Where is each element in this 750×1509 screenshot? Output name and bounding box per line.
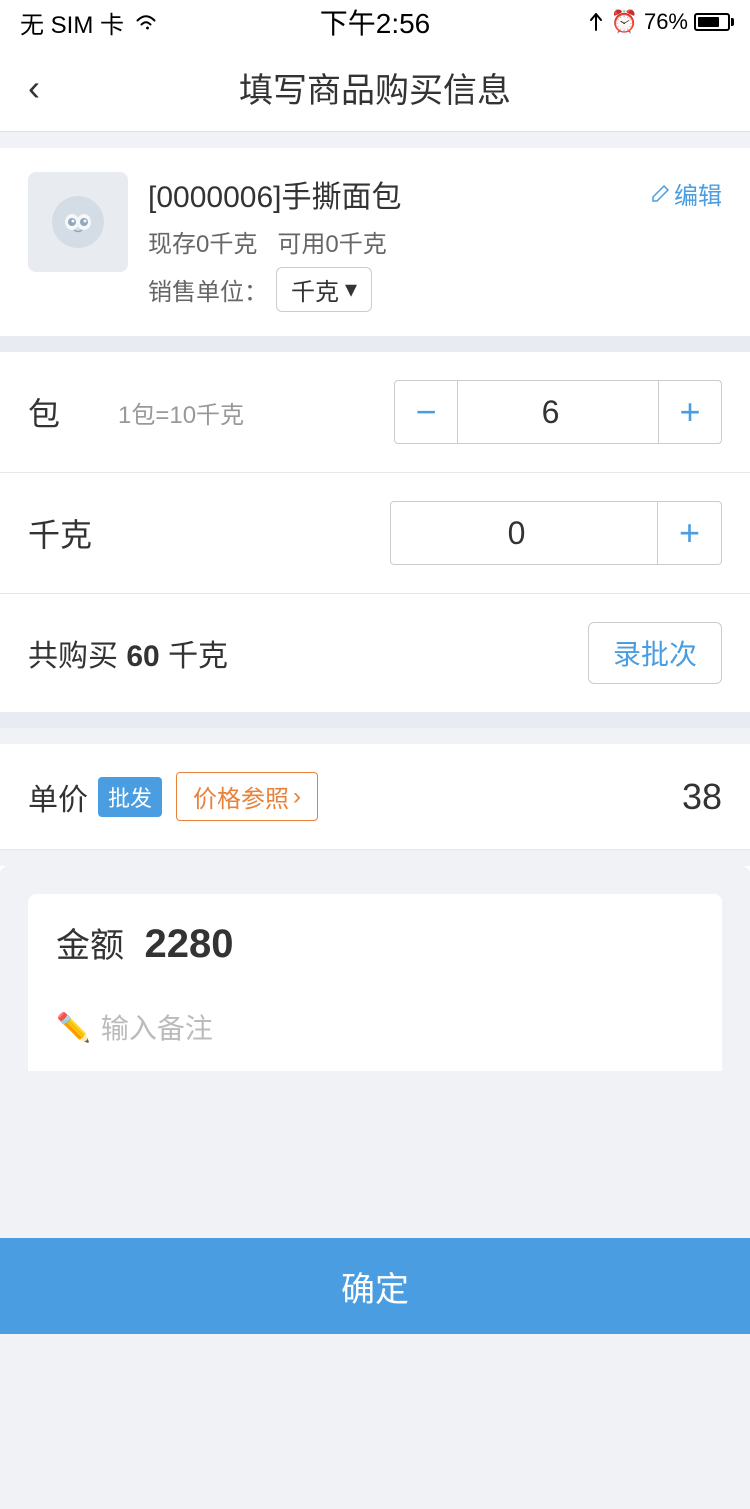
battery-icon	[694, 13, 730, 31]
status-time: 下午2:56	[320, 2, 431, 42]
product-logo	[50, 194, 106, 250]
confirm-bar[interactable]: 确定	[0, 1238, 750, 1334]
amount-row: 金额 2280 ✏️ 输入备注	[0, 866, 750, 1079]
nav-bar: ‹ 填写商品购买信息	[0, 44, 750, 132]
quantity-input-bao[interactable]	[458, 380, 658, 444]
section-separator-2	[0, 712, 750, 728]
product-unit-row: 销售单位： 千克 ▾	[148, 267, 722, 312]
input-row-kg: 千克 +	[0, 473, 750, 594]
input-section: 包 1包=10千克 − + 千克 + 共购买 60 千克 录批次	[0, 352, 750, 712]
edit-icon	[650, 184, 670, 204]
price-ref-button[interactable]: 价格参照 ›	[176, 772, 318, 821]
input-sublabel-bao: 1包=10千克	[118, 395, 244, 430]
alarm-icon: ⏰	[611, 9, 638, 35]
status-carrier: 无 SIM 卡	[20, 5, 160, 40]
unit-selector[interactable]: 千克 ▾	[276, 267, 372, 312]
back-button[interactable]: ‹	[28, 67, 40, 109]
amount-value: 2280	[144, 922, 233, 966]
price-label: 单价	[28, 775, 88, 819]
plus-button-kg[interactable]: +	[658, 501, 722, 565]
remark-text: 输入备注	[101, 1007, 213, 1047]
amount-section: 金额 2280 ✏️ 输入备注	[0, 866, 750, 1079]
price-tag: 批发	[98, 777, 162, 817]
confirm-button-label: 确定	[341, 1262, 409, 1311]
product-stock: 现存0千克 可用0千克	[148, 224, 722, 259]
input-row-bao: 包 1包=10千克 − +	[0, 352, 750, 473]
quantity-input-kg[interactable]	[390, 501, 658, 565]
bottom-pad	[0, 1399, 750, 1509]
product-thumbnail	[28, 172, 128, 272]
edit-button[interactable]: 编辑	[650, 176, 722, 211]
product-card: [0000006]手撕面包 现存0千克 可用0千克 销售单位： 千克 ▾ 编辑	[0, 148, 750, 336]
input-label-kg: 千克	[28, 510, 108, 556]
amount-inner: 金额 2280	[28, 894, 722, 991]
section-separator-1	[0, 336, 750, 352]
product-name: [0000006]手撕面包	[148, 172, 722, 216]
wifi-icon	[132, 12, 160, 32]
location-icon	[587, 12, 605, 32]
battery-percent: 76%	[644, 9, 688, 35]
summary-text: 共购买 60 千克	[28, 631, 228, 675]
price-section: 单价 批发 价格参照 › 38	[0, 744, 750, 850]
status-bar: 无 SIM 卡 下午2:56 ⏰ 76%	[0, 0, 750, 44]
summary-quantity: 60	[126, 640, 159, 673]
amount-label: 金额	[56, 927, 124, 965]
input-control-kg: +	[390, 501, 722, 565]
plus-button-bao[interactable]: +	[658, 380, 722, 444]
page-title: 填写商品购买信息	[239, 63, 511, 112]
input-label-bao: 包	[28, 389, 108, 435]
status-right: ⏰ 76%	[587, 9, 730, 35]
input-control-bao: − +	[394, 380, 722, 444]
price-value: 38	[682, 776, 722, 818]
summary-row: 共购买 60 千克 录批次	[0, 594, 750, 712]
pencil-icon: ✏️	[56, 1011, 91, 1044]
batch-button[interactable]: 录批次	[588, 622, 722, 684]
product-info: [0000006]手撕面包 现存0千克 可用0千克 销售单位： 千克 ▾	[148, 172, 722, 312]
minus-button-bao[interactable]: −	[394, 380, 458, 444]
remark-row[interactable]: ✏️ 输入备注	[28, 991, 722, 1071]
